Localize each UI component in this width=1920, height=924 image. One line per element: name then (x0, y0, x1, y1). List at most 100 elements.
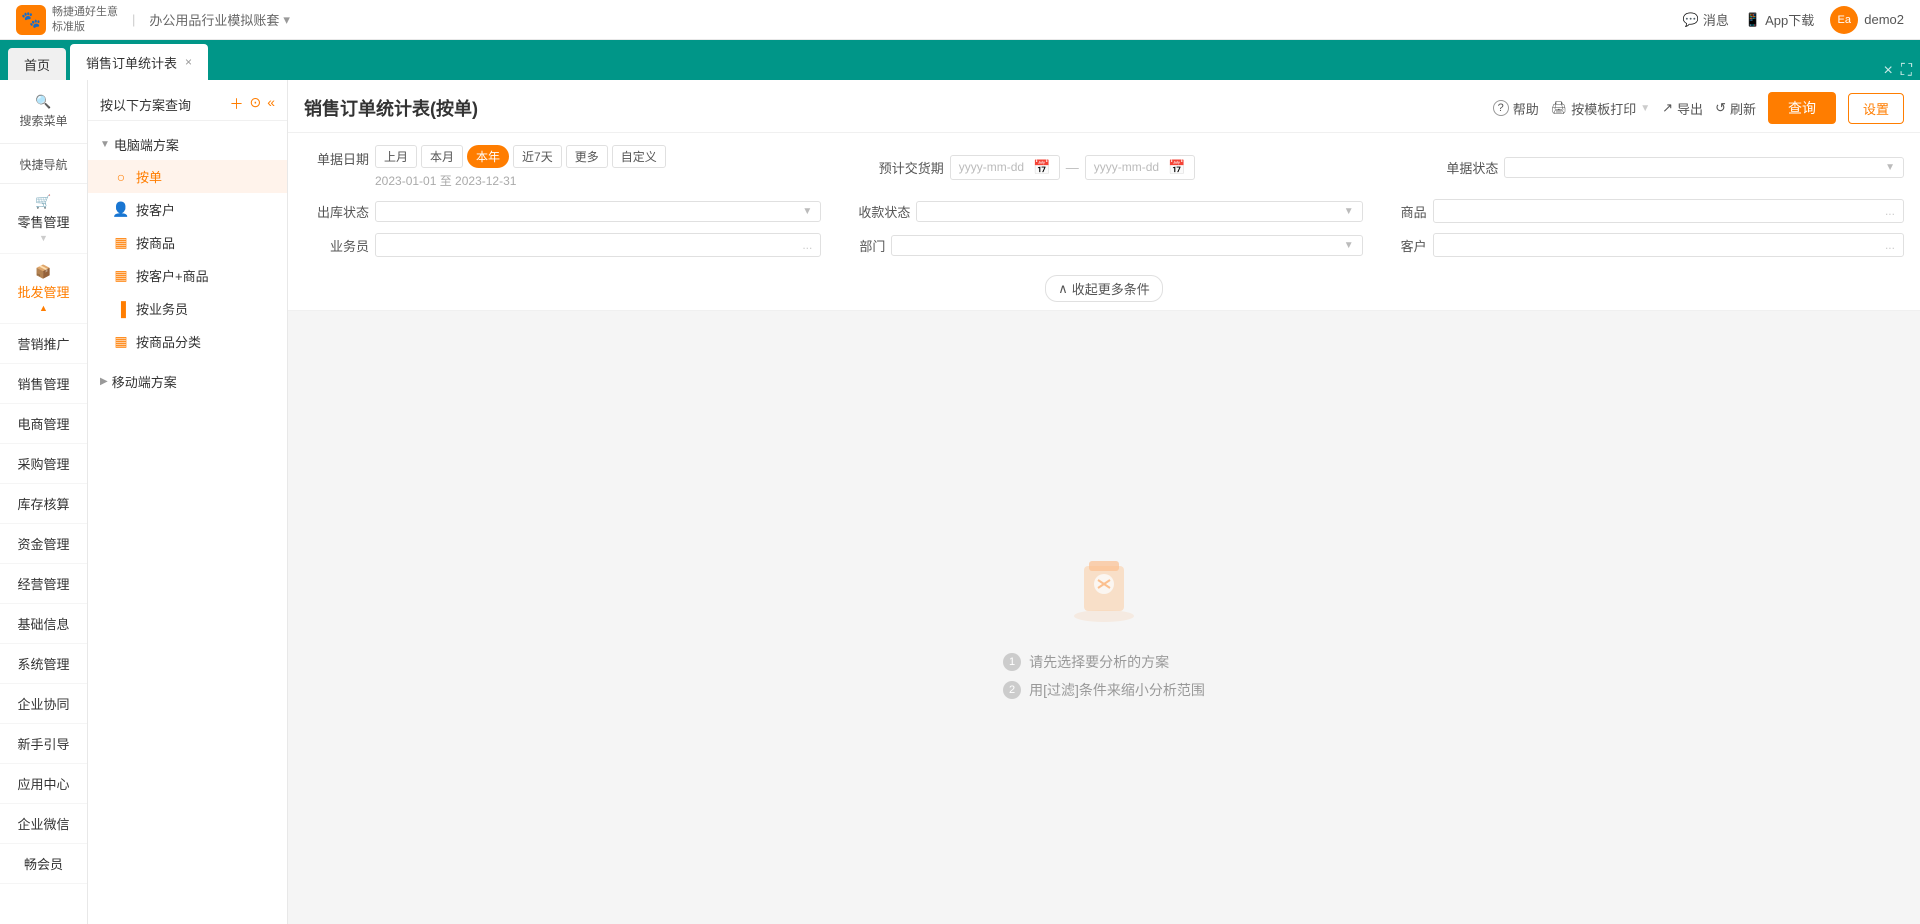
delivery-date-start-input[interactable]: yyyy-mm-dd 📅 (950, 155, 1060, 180)
sidebar-item-finance[interactable]: 资金管理 (0, 524, 87, 564)
delivery-start-calendar-icon[interactable]: 📅 (1033, 159, 1050, 176)
breadcrumb[interactable]: 办公用品行业模拟账套 ▾ (149, 10, 290, 29)
sidebar-item-inventory[interactable]: 库存核算 (0, 484, 87, 524)
by-salesman-label: 按业务员 (136, 299, 188, 318)
page-header: 销售订单统计表(按单) ? 帮助 🖨 按模板打印 ▼ ↗ 导出 (288, 80, 1920, 133)
sidebar-item-retail-label: 零售管理 (17, 212, 69, 231)
empty-tip-2: 2 用[过滤]条件来缩小分析范围 (1003, 680, 1205, 700)
breadcrumb-arrow-icon[interactable]: ▾ (283, 12, 290, 28)
date-btn-more[interactable]: 更多 (566, 145, 608, 168)
sidebar-item-member[interactable]: 畅会员 (0, 844, 87, 884)
scheme-item-by-customer[interactable]: 👤 按客户 (88, 193, 287, 226)
department-select[interactable]: ▼ (891, 235, 1362, 256)
by-product-icon: ▦ (112, 234, 130, 251)
sidebar-item-operation[interactable]: 经营管理 (0, 564, 87, 604)
ship-status-select[interactable]: ▼ (375, 201, 821, 222)
avatar-text: Ea (1838, 14, 1851, 26)
date-btn-this-year[interactable]: 本年 (467, 145, 509, 168)
product-input[interactable]: ... (1433, 199, 1904, 223)
refresh-icon: ↺ (1715, 100, 1726, 116)
scheme-settings-button[interactable]: ⊙ (249, 94, 261, 114)
right-content: 销售订单统计表(按单) ? 帮助 🖨 按模板打印 ▼ ↗ 导出 (288, 80, 1920, 924)
by-order-icon: ○ (112, 169, 130, 185)
collapse-icon: ∧ (1058, 281, 1068, 297)
app-download-action[interactable]: 📱 App下载 (1745, 10, 1814, 29)
date-btn-last-month[interactable]: 上月 (375, 145, 417, 168)
date-range-display: 2023-01-01 至 2023-12-31 (375, 172, 666, 189)
sidebar-item-wechat[interactable]: 企业微信 (0, 804, 87, 844)
template-print-button[interactable]: 🖨 按模板打印 ▼ (1551, 99, 1650, 118)
template-print-label: 按模板打印 (1571, 99, 1636, 118)
salesman-group: 业务员 ... (304, 233, 821, 267)
refresh-button[interactable]: ↺ 刷新 (1715, 99, 1756, 118)
order-status-label: 单据状态 (1433, 158, 1498, 177)
sidebar-item-retail[interactable]: 🛒 零售管理 ▼ (0, 184, 87, 254)
date-buttons: 上月 本月 本年 近7天 更多 自定义 (375, 145, 666, 168)
pc-schemes-header[interactable]: ▼ 电脑端方案 (88, 129, 287, 160)
customer-more-icon: ... (1885, 238, 1895, 252)
search-button[interactable]: 查询 (1768, 92, 1836, 124)
collapse-button[interactable]: ∧ 收起更多条件 (1045, 275, 1163, 302)
quick-nav-section[interactable]: 快捷导航 (0, 144, 87, 184)
scheme-item-by-order[interactable]: ○ 按单 (88, 160, 287, 193)
delivery-date-label: 预计交货期 (869, 158, 944, 177)
tab-sales-order-stats[interactable]: 销售订单统计表 × (70, 44, 208, 80)
scheme-item-by-product[interactable]: ▦ 按商品 (88, 226, 287, 259)
sidebar-item-ecommerce-label: 电商管理 (17, 414, 69, 433)
export-button[interactable]: ↗ 导出 (1662, 99, 1703, 118)
search-menu-button[interactable]: 🔍 搜索菜单 (8, 88, 79, 135)
settings-button[interactable]: 设置 (1848, 93, 1904, 124)
date-btn-this-month[interactable]: 本月 (421, 145, 463, 168)
scheme-item-by-cust-prod[interactable]: ▦ 按客户+商品 (88, 259, 287, 292)
sidebar-item-wholesale-label: 批发管理 (17, 282, 69, 301)
customer-input[interactable]: ... (1433, 233, 1904, 257)
help-button[interactable]: ? 帮助 (1493, 99, 1539, 118)
avatar: Ea (1830, 6, 1858, 34)
sidebar-item-wholesale[interactable]: 📦 批发管理 ▲ (0, 254, 87, 324)
user-area[interactable]: Ea demo2 (1830, 6, 1904, 34)
topbar-divider: | (132, 12, 135, 27)
help-icon: ? (1493, 100, 1509, 116)
tab-close-icon[interactable]: × (185, 55, 192, 69)
delivery-date-end-input[interactable]: yyyy-mm-dd 📅 (1085, 155, 1195, 180)
logo-icon: 🐾 (16, 5, 46, 35)
main-layout: 🔍 搜索菜单 快捷导航 🛒 零售管理 ▼ 📦 批发管理 ▲ 营销推广 销售管理 … (0, 80, 1920, 924)
username-label: demo2 (1864, 12, 1904, 27)
window-close-icon[interactable]: × (1883, 62, 1892, 80)
sidebar-item-system[interactable]: 系统管理 (0, 644, 87, 684)
filter-row-2: 出库状态 ▼ 收款状态 ▼ 商品 (304, 199, 1904, 233)
sidebar-item-sales-label: 销售管理 (17, 374, 69, 393)
message-action[interactable]: 💬 消息 (1683, 10, 1729, 29)
sidebar-item-marketing[interactable]: 营销推广 (0, 324, 87, 364)
empty-state: 1 请先选择要分析的方案 2 用[过滤]条件来缩小分析范围 (288, 311, 1920, 924)
scheme-item-by-salesman[interactable]: ▐ 按业务员 (88, 292, 287, 325)
receipt-status-select[interactable]: ▼ (916, 201, 1362, 222)
sidebar-item-basic[interactable]: 基础信息 (0, 604, 87, 644)
sidebar-item-sales[interactable]: 销售管理 (0, 364, 87, 404)
logo-area: 🐾 畅捷通好生意 标准版 (16, 5, 118, 35)
sidebar-item-marketing-label: 营销推广 (17, 334, 69, 353)
scheme-item-by-category[interactable]: ▦ 按商品分类 (88, 325, 287, 358)
by-salesman-icon: ▐ (112, 301, 130, 317)
customer-label: 客户 (1387, 236, 1427, 255)
mobile-schemes-header[interactable]: ▶ 移动端方案 (88, 366, 287, 397)
breadcrumb-text: 办公用品行业模拟账套 (149, 10, 279, 29)
date-btn-7days[interactable]: 近7天 (513, 145, 562, 168)
date-btn-custom[interactable]: 自定义 (612, 145, 666, 168)
tab-home[interactable]: 首页 (8, 48, 66, 80)
collapse-panel-button[interactable]: « (267, 94, 275, 114)
topbar-left: 🐾 畅捷通好生意 标准版 | 办公用品行业模拟账套 ▾ (16, 5, 290, 35)
sidebar-item-appstore[interactable]: 应用中心 (0, 764, 87, 804)
window-expand-icon[interactable]: ⛶ (1901, 62, 1912, 80)
sidebar-item-newbie[interactable]: 新手引导 (0, 724, 87, 764)
delivery-end-calendar-icon[interactable]: 📅 (1168, 159, 1185, 176)
sidebar-item-cooperation[interactable]: 企业协同 (0, 684, 87, 724)
add-scheme-button[interactable]: ＋ (229, 94, 243, 114)
sidebar-item-ecommerce[interactable]: 电商管理 (0, 404, 87, 444)
wholesale-expand-icon: ▲ (39, 303, 48, 313)
sidebar-item-purchase[interactable]: 采购管理 (0, 444, 87, 484)
ship-status-label: 出库状态 (304, 202, 369, 221)
order-status-select[interactable]: ▼ (1504, 157, 1904, 178)
sidebar-item-wechat-label: 企业微信 (17, 814, 69, 833)
salesman-input[interactable]: ... (375, 233, 821, 257)
